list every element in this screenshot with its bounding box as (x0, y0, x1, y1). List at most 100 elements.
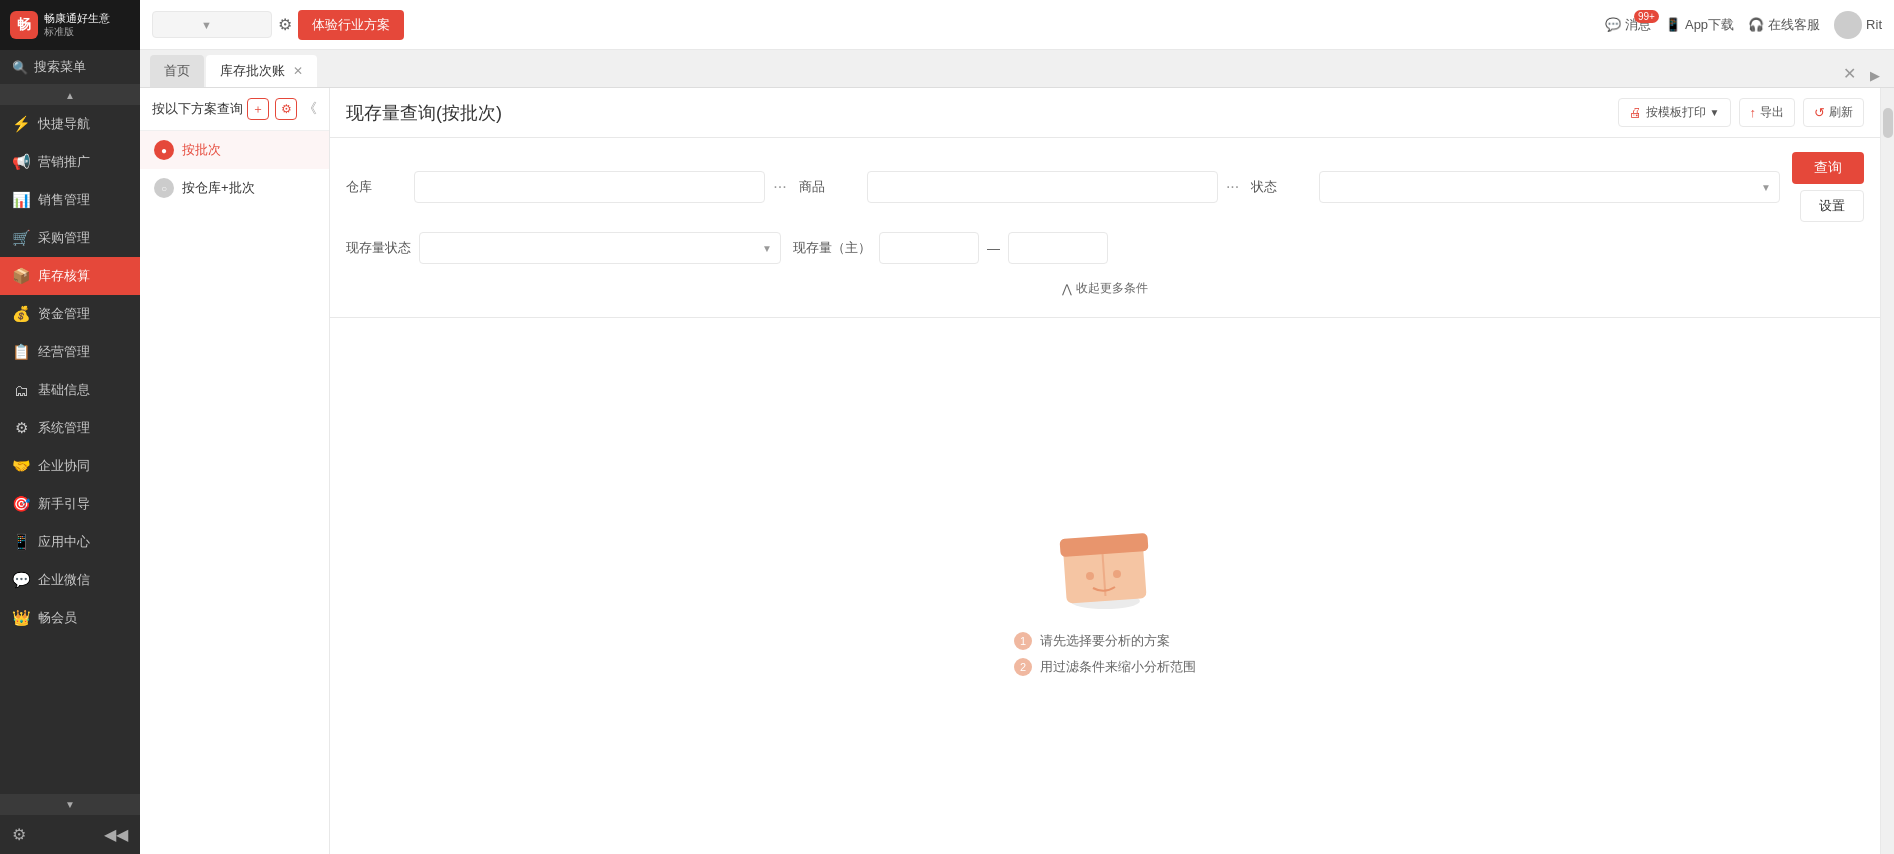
sidebar-scroll-up[interactable]: ▲ (0, 85, 140, 105)
tab-home[interactable]: 首页 (150, 55, 204, 87)
sidebar-search[interactable]: 🔍 搜索菜单 (0, 50, 140, 85)
qiye-icon: 🤝 (12, 457, 30, 475)
empty-hint-1: 1 请先选择要分析的方案 (1014, 632, 1196, 650)
sidebar-item-xiaoshou[interactable]: 📊 销售管理 (0, 181, 140, 219)
search-label: 搜索菜单 (34, 58, 86, 76)
tab-kucun-pici[interactable]: 库存批次账 ✕ (206, 55, 317, 87)
message-icon: 💬 (1605, 17, 1621, 32)
schema-item-cangku-pici[interactable]: ○ 按仓库+批次 (140, 169, 329, 207)
export-button[interactable]: ↑ 导出 (1739, 98, 1796, 127)
message-button[interactable]: 💬 消息 99+ (1605, 16, 1651, 34)
tab-close-icon[interactable]: ✕ (293, 64, 303, 78)
tabbar-expand-icon[interactable]: ▶ (1866, 64, 1884, 87)
user-profile-button[interactable]: Rit (1834, 11, 1882, 39)
schema-item-pici[interactable]: ● 按批次 (140, 131, 329, 169)
schema-inactive-icon: ○ (154, 178, 174, 198)
hint-text-1: 请先选择要分析的方案 (1040, 632, 1170, 650)
inventory-status-select[interactable]: ▼ (419, 232, 781, 264)
xinshou-icon: 🎯 (12, 495, 30, 513)
app-version: 标准版 (44, 25, 110, 39)
schema-active-icon: ● (154, 140, 174, 160)
sidebar-scroll-down[interactable]: ▼ (0, 794, 140, 814)
app-logo: 畅 (10, 11, 38, 39)
inventory-qty-from-input[interactable] (879, 232, 979, 264)
sidebar-item-xitong[interactable]: ⚙ 系统管理 (0, 409, 140, 447)
topbar-gear-icon[interactable]: ⚙ (278, 15, 292, 34)
warehouse-field: 仓库 ··· (346, 171, 787, 203)
hint-text-2: 用过滤条件来缩小分析范围 (1040, 658, 1196, 676)
print-button[interactable]: 🖨 按模板打印 ▼ (1618, 98, 1731, 127)
sidebar-item-xinshou[interactable]: 🎯 新手引导 (0, 485, 140, 523)
status-label: 状态 (1251, 178, 1311, 196)
headset-icon: 🎧 (1748, 17, 1764, 32)
tab-kucun-pici-label: 库存批次账 (220, 62, 285, 80)
printer-icon: 🖨 (1629, 105, 1642, 120)
topbar-search-box[interactable]: ▼ (152, 11, 272, 38)
export-icon: ↑ (1750, 105, 1757, 120)
refresh-icon: ↺ (1814, 105, 1825, 120)
content-area: 按以下方案查询 ＋ ⚙ 《 ● 按批次 ○ 按仓库+批次 现存量查询(按批次) (140, 88, 1894, 854)
online-service-label: 在线客服 (1768, 16, 1820, 34)
sidebar-item-qiye[interactable]: 🤝 企业协同 (0, 447, 140, 485)
sidebar-item-kuaijie[interactable]: ⚡ 快捷导航 (0, 105, 140, 143)
inventory-qty-to-input[interactable] (1008, 232, 1108, 264)
empty-svg (1045, 496, 1165, 616)
print-dropdown-icon: ▼ (1710, 107, 1720, 118)
sidebar-item-zijin[interactable]: 💰 资金管理 (0, 295, 140, 333)
inv-status-dropdown-icon: ▼ (762, 243, 772, 254)
sidebar-item-label: 应用中心 (38, 533, 90, 551)
setting-button[interactable]: 设置 (1800, 190, 1864, 222)
chevron-up-icon: ⋀ (1062, 282, 1072, 296)
search-icon: 🔍 (12, 60, 28, 75)
add-schema-button[interactable]: ＋ (247, 98, 269, 120)
xitong-icon: ⚙ (12, 419, 30, 437)
sidebar-item-label: 销售管理 (38, 191, 90, 209)
kucun-icon: 📦 (12, 267, 30, 285)
scrollbar-thumb[interactable] (1883, 108, 1893, 138)
left-panel-actions: ＋ ⚙ 《 (247, 98, 317, 120)
huiyuan-icon: 👑 (12, 609, 30, 627)
tabbar: 首页 库存批次账 ✕ ✕ ▶ (140, 50, 1894, 88)
app-download-button[interactable]: 📱 App下载 (1665, 16, 1734, 34)
yingyong-icon: 📱 (12, 533, 30, 551)
empty-hints: 1 请先选择要分析的方案 2 用过滤条件来缩小分析范围 (1014, 632, 1196, 676)
warehouse-more-icon[interactable]: ··· (773, 178, 786, 196)
schema-pici-label: 按批次 (182, 141, 221, 159)
query-button[interactable]: 查询 (1792, 152, 1864, 184)
inventory-status-field: 现存量状态 ▼ (346, 232, 781, 264)
sidebar-item-yingxiao[interactable]: 📢 营销推广 (0, 143, 140, 181)
sidebar-item-huiyuan[interactable]: 👑 畅会员 (0, 599, 140, 637)
goods-input[interactable] (867, 171, 1218, 203)
schema-cangku-pici-label: 按仓库+批次 (182, 179, 255, 197)
sidebar-item-yingyong[interactable]: 📱 应用中心 (0, 523, 140, 561)
jingying-icon: 📋 (12, 343, 30, 361)
right-panel: 现存量查询(按批次) 🖨 按模板打印 ▼ ↑ 导出 ↺ 刷新 (330, 88, 1880, 854)
sidebar-item-kucun[interactable]: 📦 库存核算 (0, 257, 140, 295)
trial-button[interactable]: 体验行业方案 (298, 10, 404, 40)
page-header: 现存量查询(按批次) 🖨 按模板打印 ▼ ↑ 导出 ↺ 刷新 (330, 88, 1880, 138)
collapse-more-button[interactable]: ⋀ 收起更多条件 (346, 274, 1864, 303)
sidebar-item-jichu[interactable]: 🗂 基础信息 (0, 371, 140, 409)
page-actions: 🖨 按模板打印 ▼ ↑ 导出 ↺ 刷新 (1618, 98, 1864, 127)
app-name: 畅康通好生意 (44, 11, 110, 25)
status-select[interactable]: ▼ (1319, 171, 1780, 203)
sidebar-item-label: 营销推广 (38, 153, 90, 171)
export-label: 导出 (1760, 104, 1784, 121)
warehouse-input[interactable] (414, 171, 765, 203)
right-scrollbar[interactable] (1880, 88, 1894, 854)
app-download-icon: 📱 (1665, 17, 1681, 32)
sidebar-item-weixin[interactable]: 💬 企业微信 (0, 561, 140, 599)
collapse-sidebar-icon[interactable]: ◀◀ (104, 825, 128, 844)
kuaijie-icon: ⚡ (12, 115, 30, 133)
sidebar-item-caigou[interactable]: 🛒 采购管理 (0, 219, 140, 257)
sidebar-item-label: 基础信息 (38, 381, 90, 399)
schema-settings-button[interactable]: ⚙ (275, 98, 297, 120)
tabbar-close-icon[interactable]: ✕ (1835, 60, 1864, 87)
settings-icon[interactable]: ⚙ (12, 825, 26, 844)
collapse-panel-icon[interactable]: 《 (303, 100, 317, 118)
online-service-button[interactable]: 🎧 在线客服 (1748, 16, 1820, 34)
sidebar-item-jingying[interactable]: 📋 经营管理 (0, 333, 140, 371)
sidebar-item-label: 资金管理 (38, 305, 90, 323)
refresh-button[interactable]: ↺ 刷新 (1803, 98, 1864, 127)
goods-more-icon[interactable]: ··· (1226, 178, 1239, 196)
